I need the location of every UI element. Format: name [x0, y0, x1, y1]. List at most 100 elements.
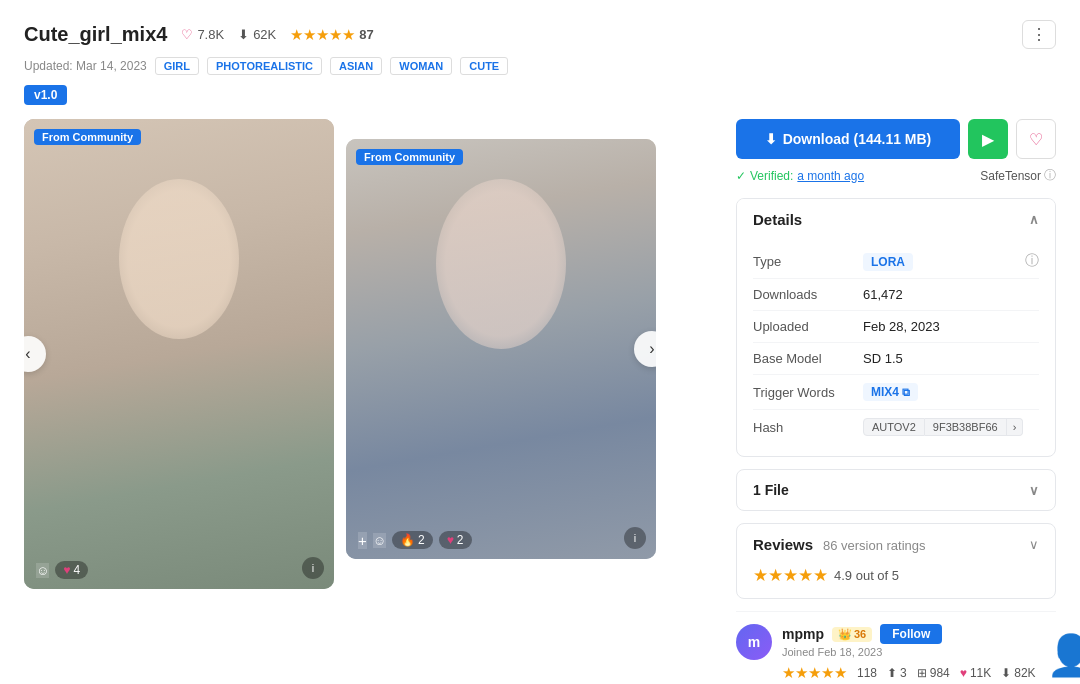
play-button[interactable]: ▶	[968, 119, 1008, 159]
user-name[interactable]: mpmp	[782, 626, 824, 642]
right-panel: ⬇ Download (144.11 MB) ▶ ♡ ✓ Verified: a…	[736, 119, 1056, 684]
user-avatar: m	[736, 624, 772, 660]
detail-value-type: LORA	[863, 254, 1017, 269]
lora-badge[interactable]: LORA	[863, 253, 913, 271]
user-joined: Joined Feb 18, 2023	[782, 646, 1036, 658]
emoji-button-2[interactable]: ☺	[373, 533, 386, 548]
detail-label-uploaded: Uploaded	[753, 319, 863, 334]
chevron-up-icon: ∧	[1029, 212, 1039, 227]
heart-icon-2: ♥	[447, 533, 454, 547]
detail-row-type: Type LORA ⓘ	[753, 244, 1039, 279]
user-rating-stars: ★★★★★	[782, 664, 847, 682]
detail-value-downloads: 61,472	[863, 287, 1039, 302]
emoji-button-1[interactable]: ☺	[36, 563, 49, 578]
hash-type: AUTOV2	[863, 418, 925, 436]
detail-row-base-model: Base Model SD 1.5	[753, 343, 1039, 375]
detail-value-uploaded: Feb 28, 2023	[863, 319, 1039, 334]
page-title: Cute_girl_mix4	[24, 23, 167, 46]
likes-icon: ♥	[960, 666, 967, 680]
reviews-count: 86 version ratings	[823, 538, 926, 553]
user-profile-area: 👤	[1046, 624, 1080, 679]
model-icon: ⊞	[917, 666, 927, 680]
download-btn-icon: ⬇	[765, 131, 777, 147]
details-header[interactable]: Details ∧	[737, 199, 1055, 240]
reviews-header[interactable]: Reviews 86 version ratings ∨	[737, 524, 1055, 565]
detail-row-hash: Hash AUTOV2 9F3B38BF66 ›	[753, 410, 1039, 444]
tag-cute[interactable]: CUTE	[460, 57, 508, 75]
download-button[interactable]: ⬇ Download (144.11 MB)	[736, 119, 960, 159]
reviews-card: Reviews 86 version ratings ∨ ★★★★★ 4.9 o…	[736, 523, 1056, 599]
type-info-icon[interactable]: ⓘ	[1025, 252, 1039, 270]
crown-badge: 👑 36	[832, 627, 872, 642]
detail-value-base-model: SD 1.5	[863, 351, 1039, 366]
detail-value-hash: AUTOV2 9F3B38BF66 ›	[863, 418, 1039, 436]
hash-expand-button[interactable]: ›	[1007, 418, 1024, 436]
fire-icon-2: 🔥	[400, 533, 415, 547]
fire-count-2: 🔥 2	[392, 531, 433, 549]
review-score: 4.9 out of 5	[834, 568, 899, 583]
detail-label-hash: Hash	[753, 420, 863, 435]
detail-row-uploaded: Uploaded Feb 28, 2023	[753, 311, 1039, 343]
chevron-down-icon: ∨	[1029, 483, 1039, 498]
reviews-body: ★★★★★ 4.9 out of 5	[737, 565, 1055, 598]
download-icon: ⬇	[238, 27, 249, 42]
heart-icon: ♡	[181, 27, 193, 42]
files-header[interactable]: 1 File ∨	[737, 470, 1055, 510]
files-card: 1 File ∨	[736, 469, 1056, 511]
info-button-2[interactable]: i	[624, 527, 646, 549]
files-title: 1 File	[753, 482, 789, 498]
update-text: Updated: Mar 14, 2023	[24, 59, 147, 73]
play-icon: ▶	[982, 130, 994, 149]
mix4-badge[interactable]: MIX4 ⧉	[863, 383, 918, 401]
likes-count: ♡ 7.8K	[181, 27, 224, 42]
details-card: Details ∧ Type LORA ⓘ Downloads 61,472	[736, 198, 1056, 457]
favorite-button[interactable]: ♡	[1016, 119, 1056, 159]
detail-label-type: Type	[753, 254, 863, 269]
tag-woman[interactable]: WOMAN	[390, 57, 452, 75]
detail-row-trigger: Trigger Words MIX4 ⧉	[753, 375, 1039, 410]
hash-value: 9F3B38BF66	[925, 418, 1007, 436]
check-icon: ✓	[736, 169, 746, 183]
detail-label-downloads: Downloads	[753, 287, 863, 302]
heart-icon-1: ♥	[63, 563, 70, 577]
heart-count-1: ♥ 4	[55, 561, 88, 579]
star-rating: ★★★★★ 87	[290, 26, 373, 44]
verified-link[interactable]: a month ago	[797, 169, 864, 183]
detail-label-trigger: Trigger Words	[753, 385, 863, 400]
follow-button[interactable]: Follow	[880, 624, 942, 644]
copy-icon: ⧉	[902, 386, 910, 399]
user-model-stat: ⊞ 984	[917, 666, 950, 680]
chevron-down-reviews-icon: ∨	[1029, 537, 1039, 552]
tag-girl[interactable]: GIRL	[155, 57, 199, 75]
safe-tensor-info-icon: ⓘ	[1044, 167, 1056, 184]
image-gallery: From Community ‹ ☺ ♥ 4 i	[24, 119, 716, 684]
user-upload-stat: ⬆ 3	[887, 666, 907, 680]
details-body: Type LORA ⓘ Downloads 61,472 Uploaded Fe…	[737, 240, 1055, 456]
menu-button[interactable]: ⋮	[1022, 20, 1056, 49]
tag-asian[interactable]: ASIAN	[330, 57, 382, 75]
detail-label-base-model: Base Model	[753, 351, 863, 366]
upload-icon: ⬆	[887, 666, 897, 680]
community-badge-2: From Community	[356, 149, 463, 165]
tag-photorealistic[interactable]: PHOTOREALISTIC	[207, 57, 322, 75]
user-review-count: 118	[857, 666, 877, 680]
reviews-title: Reviews	[753, 536, 813, 553]
user-silhouette-icon: 👤	[1046, 632, 1080, 679]
detail-value-trigger: MIX4 ⧉	[863, 383, 1039, 401]
safe-tensor-label: SafeTensor ⓘ	[980, 167, 1056, 184]
user-card: m mpmp 👑 36 Follow Joined Feb 18, 2023 ★…	[736, 611, 1056, 684]
add-button-2[interactable]: +	[358, 532, 367, 549]
details-title: Details	[753, 211, 802, 228]
review-stars: ★★★★★	[753, 565, 828, 586]
user-likes-stat: ♥ 11K	[960, 666, 991, 680]
version-badge: v1.0	[24, 85, 67, 105]
downloads-count: ⬇ 62K	[238, 27, 276, 42]
community-badge-1: From Community	[34, 129, 141, 145]
info-button-1[interactable]: i	[302, 557, 324, 579]
heart-fav-icon: ♡	[1029, 130, 1043, 149]
detail-row-downloads: Downloads 61,472	[753, 279, 1039, 311]
crown-icon: 👑	[838, 628, 852, 641]
user-info: mpmp 👑 36 Follow Joined Feb 18, 2023 ★★★…	[782, 624, 1036, 682]
image-card-1: From Community ‹ ☺ ♥ 4 i	[24, 119, 334, 589]
user-downloads-stat: ⬇ 82K	[1001, 666, 1035, 680]
